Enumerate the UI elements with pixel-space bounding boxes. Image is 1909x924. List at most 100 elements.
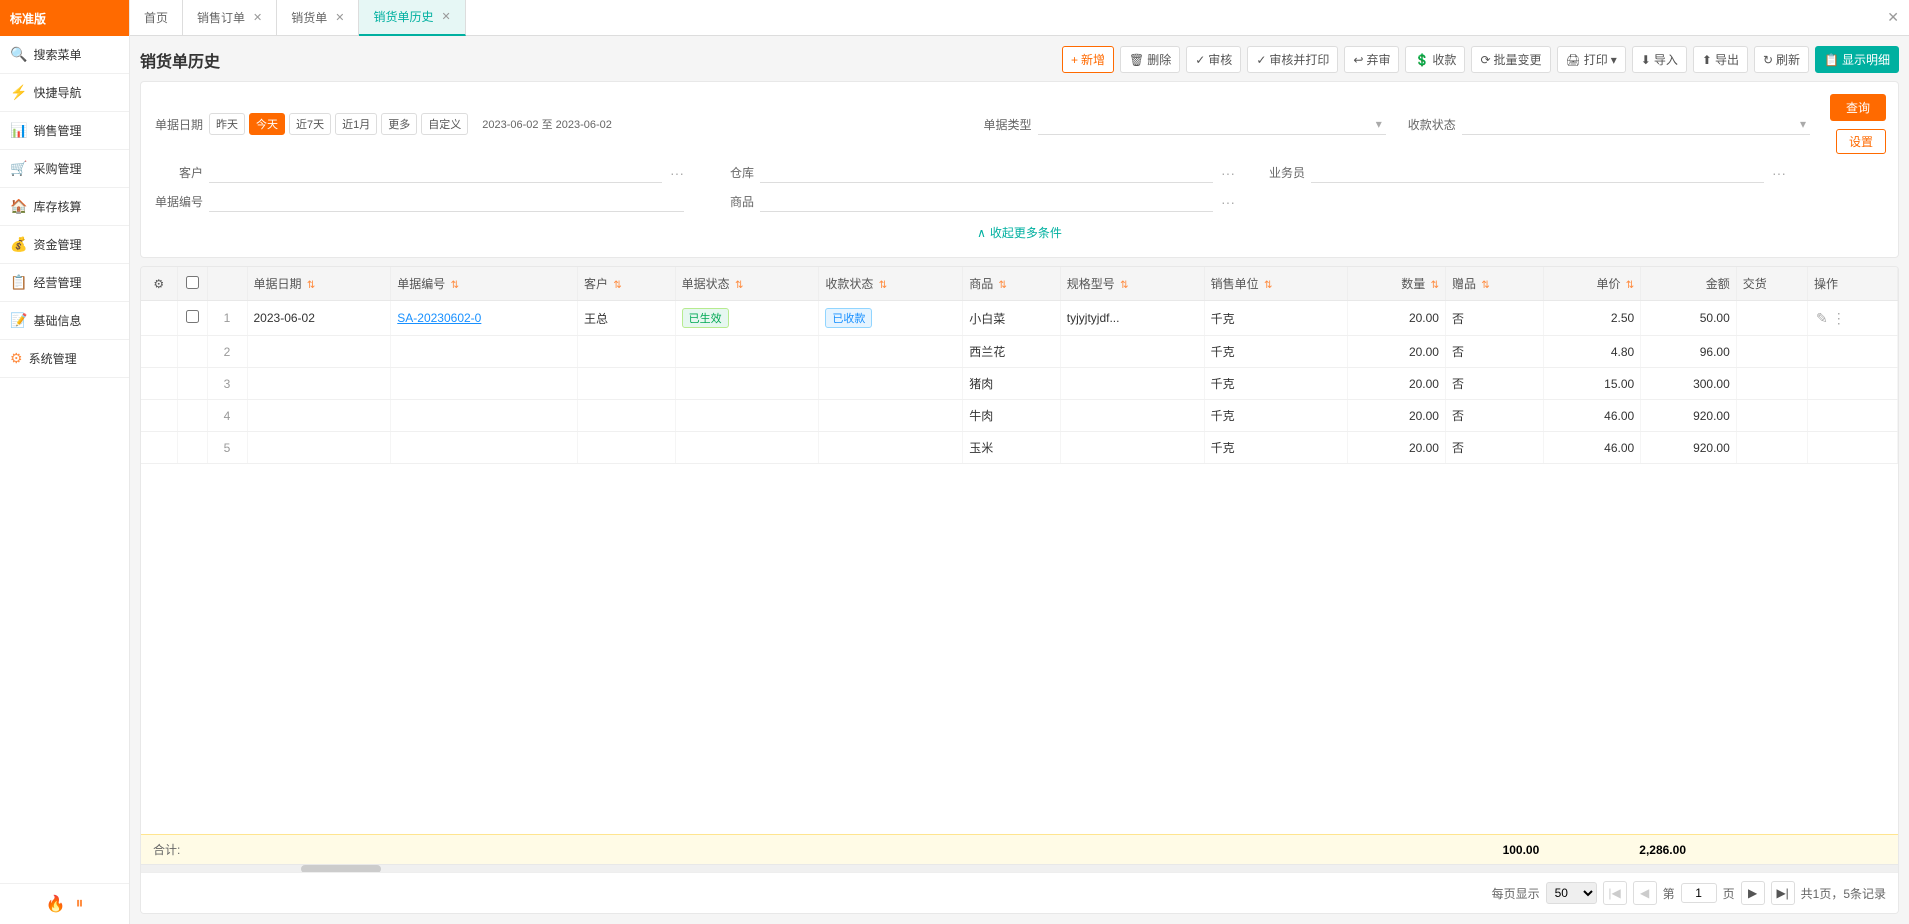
col-check[interactable] bbox=[177, 267, 207, 301]
sidebar-item-quick-nav[interactable]: ⚡ 快捷导航 bbox=[0, 74, 129, 112]
col-spec[interactable]: 规格型号 ⇅ bbox=[1060, 267, 1204, 301]
edit-icon[interactable]: ✎ bbox=[1816, 310, 1828, 326]
set-button[interactable]: 设置 bbox=[1836, 129, 1886, 154]
cell-check[interactable] bbox=[177, 301, 207, 336]
more-op-icon[interactable]: ⋮ bbox=[1832, 310, 1846, 326]
col-collect-status[interactable]: 收款状态 ⇅ bbox=[819, 267, 963, 301]
show-detail-button[interactable]: 📋 显示明细 bbox=[1815, 46, 1899, 73]
col-goods[interactable]: 商品 ⇅ bbox=[963, 267, 1061, 301]
col-unit-price[interactable]: 单价 ⇅ bbox=[1543, 267, 1641, 301]
import-button[interactable]: ⬇ 导入 bbox=[1632, 46, 1687, 73]
select-all-checkbox[interactable] bbox=[186, 276, 199, 289]
cell-check[interactable] bbox=[177, 368, 207, 400]
staff-dots[interactable]: ··· bbox=[1772, 165, 1786, 181]
page-title: 销货单历史 bbox=[140, 48, 220, 72]
collect-status-select[interactable]: ▾ bbox=[1462, 114, 1810, 135]
prev-page-button[interactable]: ◀ bbox=[1633, 881, 1657, 905]
export-button[interactable]: ⬆ 导出 bbox=[1693, 46, 1748, 73]
date-range: 2023-06-02 至 2023-06-02 bbox=[482, 116, 612, 132]
cell-quantity: 20.00 bbox=[1348, 368, 1446, 400]
col-doc-no[interactable]: 单据编号 ⇅ bbox=[391, 267, 578, 301]
table-row: 1 2023-06-02 SA-20230602-0 王总 已生效 已收款 小白… bbox=[141, 301, 1898, 336]
sidebar-item-inventory[interactable]: 🏠 库存核算 bbox=[0, 188, 129, 226]
col-date[interactable]: 单据日期 ⇅ bbox=[247, 267, 391, 301]
pause-icon[interactable]: ⏸ bbox=[75, 895, 83, 913]
col-quantity[interactable]: 数量 ⇅ bbox=[1348, 267, 1446, 301]
date-btn-1month[interactable]: 近1月 bbox=[335, 113, 377, 135]
sidebar-item-basic-info[interactable]: 📝 基础信息 bbox=[0, 302, 129, 340]
collect-button[interactable]: 💲 收款 bbox=[1405, 46, 1465, 73]
col-customer[interactable]: 客户 ⇅ bbox=[578, 267, 676, 301]
tab-home[interactable]: 首页 bbox=[130, 0, 183, 36]
col-settings[interactable]: ⚙ bbox=[141, 267, 177, 301]
col-unit-price-label: 单价 bbox=[1596, 277, 1620, 291]
doc-no-link[interactable]: SA-20230602-0 bbox=[397, 311, 481, 325]
sidebar-item-sys-mgmt[interactable]: ⚙ 系统管理 bbox=[0, 340, 129, 378]
delete-button[interactable]: 🗑 删除 bbox=[1120, 46, 1180, 73]
sidebar-item-purchase[interactable]: 🛒 采购管理 bbox=[0, 150, 129, 188]
doc-no-input[interactable] bbox=[209, 191, 684, 212]
customer-dots[interactable]: ··· bbox=[670, 165, 684, 181]
page-input[interactable] bbox=[1681, 883, 1717, 903]
cell-unit-price: 46.00 bbox=[1543, 432, 1641, 464]
date-btn-7days[interactable]: 近7天 bbox=[289, 113, 331, 135]
staff-input[interactable] bbox=[1311, 162, 1764, 183]
page-label: 页 bbox=[1723, 885, 1735, 902]
date-btn-custom[interactable]: 自定义 bbox=[421, 113, 468, 135]
tab-delivery-history-close[interactable]: ✕ bbox=[442, 10, 451, 23]
sort-customer-icon: ⇅ bbox=[613, 280, 621, 291]
row-checkbox[interactable] bbox=[186, 310, 199, 323]
tab-sales-order[interactable]: 销售订单 ✕ bbox=[183, 0, 277, 36]
collapse-button[interactable]: ∧ 收起更多条件 bbox=[153, 220, 1886, 245]
goods-input[interactable] bbox=[760, 191, 1213, 212]
refresh-button[interactable]: ↻ 刷新 bbox=[1754, 46, 1809, 73]
scroll-bar[interactable] bbox=[141, 864, 1898, 872]
tab-delivery-history[interactable]: 销货单历史 ✕ bbox=[359, 0, 465, 36]
sidebar-item-search-menu[interactable]: 🔍 搜索菜单 bbox=[0, 36, 129, 74]
audit-print-button[interactable]: ✓ 审核并打印 bbox=[1247, 46, 1338, 73]
sidebar-item-finance[interactable]: 💰 资金管理 bbox=[0, 226, 129, 264]
doc-status-badge: 已生效 bbox=[682, 308, 729, 328]
date-btn-more[interactable]: 更多 bbox=[381, 113, 417, 135]
col-doc-status[interactable]: 单据状态 ⇅ bbox=[675, 267, 819, 301]
date-label: 单据日期 bbox=[153, 116, 203, 133]
batch-change-button[interactable]: ⟳ 批量变更 bbox=[1471, 46, 1550, 73]
table-body: 1 2023-06-02 SA-20230602-0 王总 已生效 已收款 小白… bbox=[141, 301, 1898, 464]
tab-sales-order-close[interactable]: ✕ bbox=[253, 11, 262, 24]
col-sales-unit[interactable]: 销售单位 ⇅ bbox=[1204, 267, 1348, 301]
sidebar-top: 标准版 bbox=[0, 0, 129, 36]
cell-check[interactable] bbox=[177, 432, 207, 464]
per-page-select[interactable]: 50 20 100 bbox=[1546, 882, 1597, 904]
table-row: 3 猪肉 千克 20.00 否 15.00 300.00 bbox=[141, 368, 1898, 400]
cell-check[interactable] bbox=[177, 400, 207, 432]
abandon-button[interactable]: ↩ 弃审 bbox=[1344, 46, 1399, 73]
new-button[interactable]: + 新增 bbox=[1062, 46, 1114, 73]
tab-delivery-close[interactable]: ✕ bbox=[335, 11, 344, 24]
sidebar-item-sales[interactable]: 📊 销售管理 bbox=[0, 112, 129, 150]
col-gift[interactable]: 赠品 ⇅ bbox=[1445, 267, 1543, 301]
cell-settings bbox=[141, 400, 177, 432]
fire-icon[interactable]: 🔥 bbox=[46, 894, 66, 914]
goods-dots[interactable]: ··· bbox=[1221, 194, 1235, 210]
close-all-tabs[interactable]: ✕ bbox=[1877, 9, 1909, 26]
warehouse-dots[interactable]: ··· bbox=[1221, 165, 1235, 181]
date-btn-today[interactable]: 今天 bbox=[249, 113, 285, 135]
audit-button[interactable]: ✓ 审核 bbox=[1186, 46, 1241, 73]
table-container[interactable]: ⚙ 单据日期 ⇅ 单据编号 ⇅ bbox=[141, 267, 1898, 834]
doc-type-select[interactable]: ▾ bbox=[1038, 114, 1386, 135]
tab-delivery[interactable]: 销货单 ✕ bbox=[277, 0, 359, 36]
doc-no-label: 单据编号 bbox=[153, 193, 203, 210]
next-page-button[interactable]: ▶ bbox=[1741, 881, 1765, 905]
customer-input[interactable] bbox=[209, 162, 662, 183]
print-button[interactable]: 🖨 打印 ▾ bbox=[1557, 46, 1626, 73]
query-button[interactable]: 查询 bbox=[1830, 94, 1886, 121]
customer-label: 客户 bbox=[153, 164, 203, 181]
sidebar-item-operations[interactable]: 📋 经营管理 bbox=[0, 264, 129, 302]
cell-doc-no bbox=[391, 368, 578, 400]
first-page-button[interactable]: |◀ bbox=[1603, 881, 1627, 905]
last-page-button[interactable]: ▶| bbox=[1771, 881, 1795, 905]
warehouse-input[interactable] bbox=[760, 162, 1213, 183]
cell-check[interactable] bbox=[177, 336, 207, 368]
date-btn-yesterday[interactable]: 昨天 bbox=[209, 113, 245, 135]
sidebar-label-finance: 资金管理 bbox=[33, 236, 81, 253]
